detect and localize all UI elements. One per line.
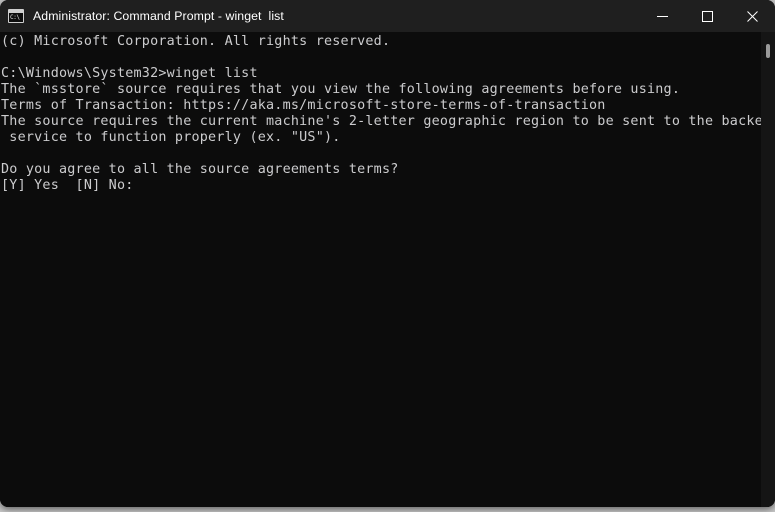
terminal-scrollbar[interactable] (761, 32, 775, 507)
console-line: [Y] Yes [N] No: (1, 178, 134, 193)
icon-prompt-glyph: C:\ (10, 14, 20, 21)
console-line: Terms of Transaction: https://aka.ms/mic… (1, 98, 606, 113)
console-line: Do you agree to all the source agreement… (1, 162, 399, 177)
window-controls (640, 0, 775, 32)
command-prompt-window: C:\ Administrator: Command Prompt - wing… (0, 0, 775, 507)
console-line: service to function properly (ex. "US"). (1, 130, 341, 145)
scrollbar-thumb[interactable] (766, 44, 770, 58)
console-line: C:\Windows\System32>winget list (1, 66, 258, 81)
icon-title-strip (9, 10, 23, 13)
title-bar[interactable]: C:\ Administrator: Command Prompt - wing… (0, 0, 775, 32)
window-title: Administrator: Command Prompt - winget l… (33, 9, 284, 23)
minimize-icon (657, 15, 668, 17)
close-button[interactable] (730, 0, 775, 32)
console-line: (c) Microsoft Corporation. All rights re… (1, 34, 391, 49)
terminal-output-area[interactable]: (c) Microsoft Corporation. All rights re… (0, 32, 775, 507)
console-line: The `msstore` source requires that you v… (1, 82, 681, 97)
console-text: (c) Microsoft Corporation. All rights re… (0, 32, 775, 194)
maximize-icon (702, 10, 713, 22)
maximize-button[interactable] (685, 0, 730, 32)
command-prompt-icon: C:\ (8, 9, 24, 23)
console-line: The source requires the current machine'… (1, 114, 775, 129)
close-icon (747, 10, 758, 22)
minimize-button[interactable] (640, 0, 685, 32)
